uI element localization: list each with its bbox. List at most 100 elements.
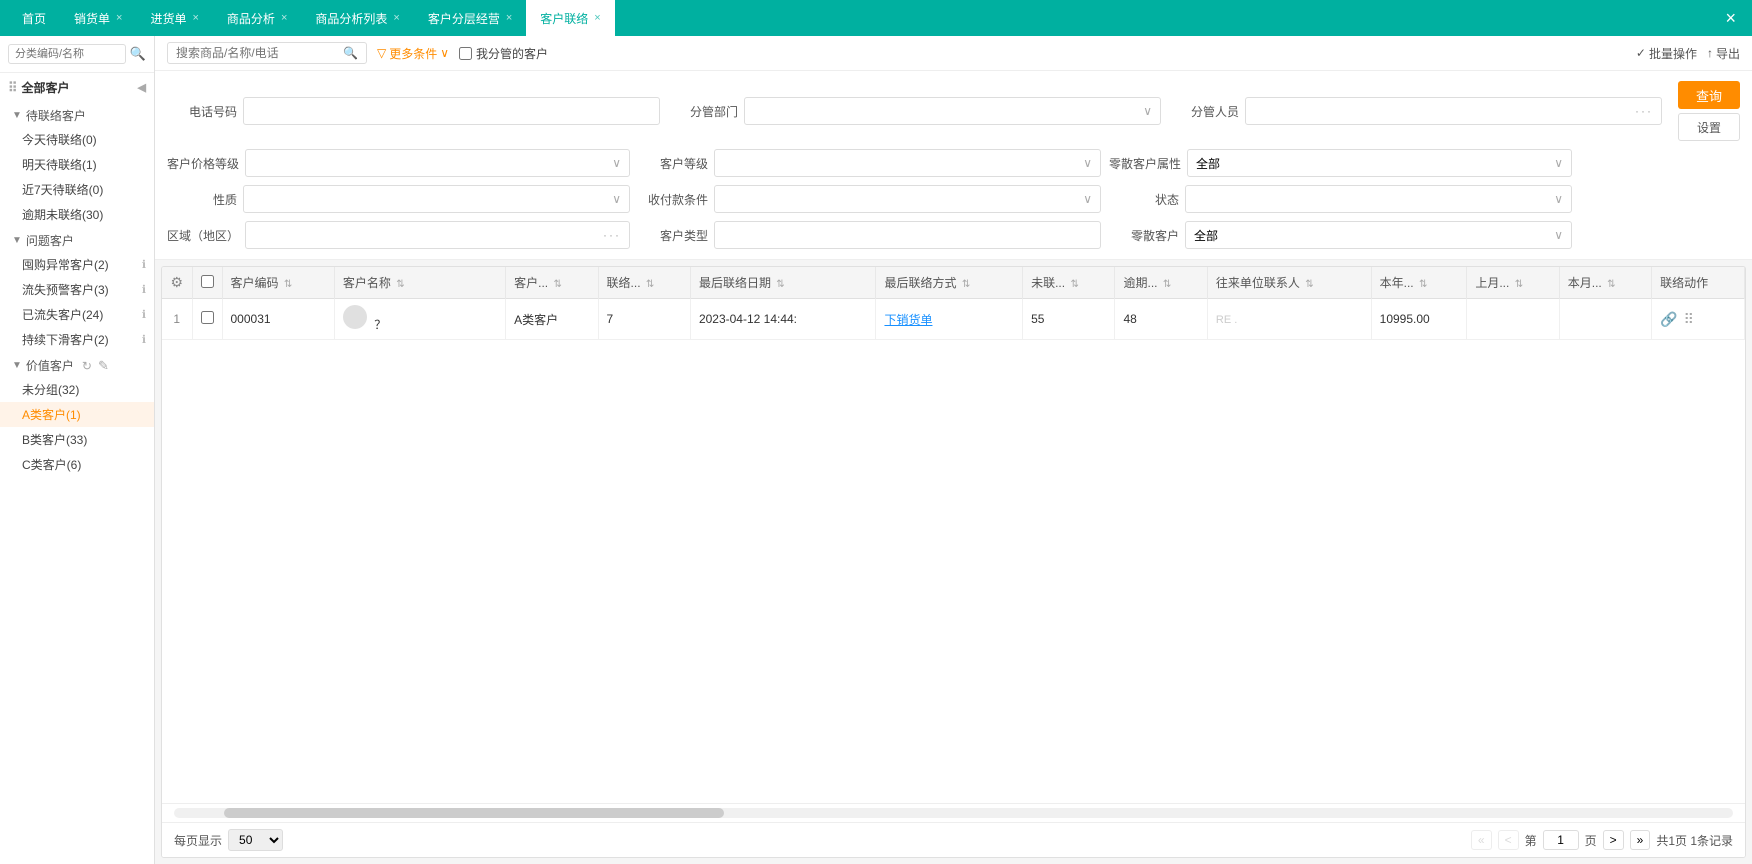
col-grade[interactable]: 客户... ⇅: [506, 267, 598, 299]
nature-select[interactable]: ∨: [243, 185, 630, 213]
form-row-3: 性质 ∨ 收付款条件 ∨ 状态: [167, 185, 1740, 213]
sort-icon: ⇅: [776, 279, 784, 290]
horizontal-scrollbar[interactable]: [174, 808, 1733, 818]
filter-search-box[interactable]: 🔍: [167, 42, 367, 64]
sidebar-section-problem[interactable]: ▼ 问题客户: [0, 227, 154, 252]
qrcode-icon[interactable]: ⠿: [1684, 311, 1694, 328]
arrow-icon: ▼: [12, 235, 22, 246]
sidebar-item-overdue[interactable]: 逾期未联络(30): [0, 202, 154, 227]
sidebar-item-7days[interactable]: 近7天待联络(0): [0, 177, 154, 202]
prev-page-button[interactable]: <: [1498, 830, 1519, 850]
sidebar-item-abnormal[interactable]: 囤购异常客户(2) ℹ: [0, 252, 154, 277]
select-all-checkbox[interactable]: [201, 275, 214, 288]
row-checkbox[interactable]: [201, 311, 214, 324]
filter-search-input[interactable]: [176, 46, 339, 60]
collapse-icon[interactable]: ◀: [138, 81, 146, 94]
col-this-month[interactable]: 本月... ⇅: [1559, 267, 1651, 299]
sidebar-section-pending[interactable]: ▼ 待联络客户: [0, 102, 154, 127]
sidebar-search-icon[interactable]: 🔍: [130, 46, 146, 62]
close-icon[interactable]: ×: [506, 12, 512, 24]
sidebar-section-value[interactable]: ▼ 价值客户 ↻ ✎: [0, 352, 154, 377]
batch-operation-button[interactable]: ✓ 批量操作: [1636, 45, 1697, 62]
col-overdue[interactable]: 逾期... ⇅: [1115, 267, 1207, 299]
contact-link-icon[interactable]: 🔗: [1660, 311, 1677, 328]
chevron-down-icon: ∨: [612, 156, 621, 170]
col-this-year[interactable]: 本年... ⇅: [1371, 267, 1467, 299]
customer-type-input[interactable]: [714, 221, 1101, 249]
col-name[interactable]: 客户名称 ⇅: [334, 267, 505, 299]
status-select[interactable]: ∨: [1185, 185, 1572, 213]
price-grade-select[interactable]: ∨: [245, 149, 630, 177]
col-unit-contact[interactable]: 往来单位联系人 ⇅: [1207, 267, 1371, 299]
col-contact-count[interactable]: 联络... ⇅: [598, 267, 690, 299]
nav-home[interactable]: 首页: [8, 0, 60, 36]
table-scroll[interactable]: ⚙ 客户编码 ⇅ 客户名称 ⇅: [162, 267, 1745, 803]
nav-product-analysis[interactable]: 商品分析 ×: [213, 0, 301, 36]
sidebar-item-churned[interactable]: 已流失客户(24) ℹ: [0, 302, 154, 327]
form-row-4: 区域（地区） ··· 客户类型 零散客户 全部 ∨: [167, 221, 1740, 249]
nav-customer-segment[interactable]: 客户分层经营 ×: [414, 0, 526, 36]
more-filters-button[interactable]: ▽ 更多条件 ∨: [377, 45, 449, 62]
page-size-select[interactable]: 20 50 100 200: [228, 829, 283, 851]
close-icon[interactable]: ×: [192, 12, 198, 24]
sidebar-item-c-class[interactable]: C类客户(6): [0, 452, 154, 477]
col-last-date[interactable]: 最后联络日期 ⇅: [690, 267, 876, 299]
col-not-contacted[interactable]: 未联... ⇅: [1023, 267, 1115, 299]
sidebar-all-customers[interactable]: ⠿ 全部客户 ◀: [0, 73, 154, 102]
last-page-button[interactable]: »: [1630, 830, 1651, 850]
first-page-button[interactable]: «: [1471, 830, 1492, 850]
person-select[interactable]: ···: [1245, 97, 1662, 125]
sidebar-item-ungrouped[interactable]: 未分组(32): [0, 377, 154, 402]
arrow-icon: ▼: [12, 110, 22, 121]
region-select[interactable]: ···: [245, 221, 630, 249]
sidebar-item-a-class[interactable]: A类客户(1): [0, 402, 154, 427]
my-customers-check[interactable]: [459, 47, 472, 60]
scrollbar-thumb[interactable]: [224, 808, 724, 818]
phone-input[interactable]: [243, 97, 660, 125]
total-info: 共1页 1条记录: [1656, 832, 1733, 849]
sidebar-search-input[interactable]: [8, 44, 126, 64]
col-code[interactable]: 客户编码 ⇅: [222, 267, 334, 299]
payment-select[interactable]: ∨: [714, 185, 1101, 213]
close-icon[interactable]: ×: [594, 12, 600, 24]
search-form: 电话号码 分管部门 ∨ 分管人员 ···: [155, 71, 1752, 260]
row-this-year: 10995.00: [1371, 299, 1467, 340]
sidebar-item-today[interactable]: 今天待联络(0): [0, 127, 154, 152]
field-person: 分管人员 ···: [1169, 97, 1662, 125]
nav-product-list[interactable]: 商品分析列表 ×: [301, 0, 413, 36]
sidebar-item-tomorrow[interactable]: 明天待联络(1): [0, 152, 154, 177]
next-page-button[interactable]: >: [1603, 830, 1624, 850]
page-number-input[interactable]: [1543, 830, 1579, 850]
customer-grade-select[interactable]: ∨: [714, 149, 1101, 177]
close-icon[interactable]: ×: [281, 12, 287, 24]
row-last-date: 2023-04-12 14:44:: [690, 299, 876, 340]
edit-icon[interactable]: ✎: [98, 358, 109, 374]
col-last-method[interactable]: 最后联络方式 ⇅: [876, 267, 1023, 299]
main-layout: 🔍 ⠿ 全部客户 ◀ ▼ 待联络客户 今天待联络(0) 明天待联络(1): [0, 36, 1752, 864]
row-this-month: [1559, 299, 1651, 340]
filter-icon: ▽: [377, 46, 386, 60]
close-all-icon[interactable]: ×: [1717, 8, 1744, 29]
sidebar-item-declining[interactable]: 持续下滑客户(2) ℹ: [0, 327, 154, 352]
refresh-icon[interactable]: ↻: [82, 359, 92, 373]
nav-sales[interactable]: 销货单 ×: [60, 0, 136, 36]
sidebar-item-churn-warning[interactable]: 流失预警客户(3) ℹ: [0, 277, 154, 302]
info-icon: ℹ: [142, 333, 146, 346]
close-icon[interactable]: ×: [116, 12, 122, 24]
nav-purchase[interactable]: 进货单 ×: [136, 0, 212, 36]
sidebar-item-b-class[interactable]: B类客户(33): [0, 427, 154, 452]
retail-attr-select[interactable]: 全部 ∨: [1187, 149, 1572, 177]
form-row-2: 客户价格等级 ∨ 客户等级 ∨ 零散客户属性 全部: [167, 149, 1740, 177]
settings-button[interactable]: 设置: [1678, 113, 1740, 141]
dept-select[interactable]: ∨: [744, 97, 1161, 125]
gear-icon[interactable]: ⚙: [170, 274, 183, 290]
query-button[interactable]: 查询: [1678, 81, 1740, 109]
col-last-month[interactable]: 上月... ⇅: [1467, 267, 1559, 299]
sort-icon: ⇅: [1515, 279, 1523, 290]
nav-customer-contact[interactable]: 客户联络 ×: [526, 0, 614, 36]
my-customers-checkbox[interactable]: 我分管的客户: [459, 45, 548, 62]
close-icon[interactable]: ×: [393, 12, 399, 24]
retail-customer-select[interactable]: 全部 ∨: [1185, 221, 1572, 249]
last-method-link[interactable]: 下销货单: [884, 313, 932, 327]
export-button[interactable]: ↑ 导出: [1707, 45, 1740, 62]
